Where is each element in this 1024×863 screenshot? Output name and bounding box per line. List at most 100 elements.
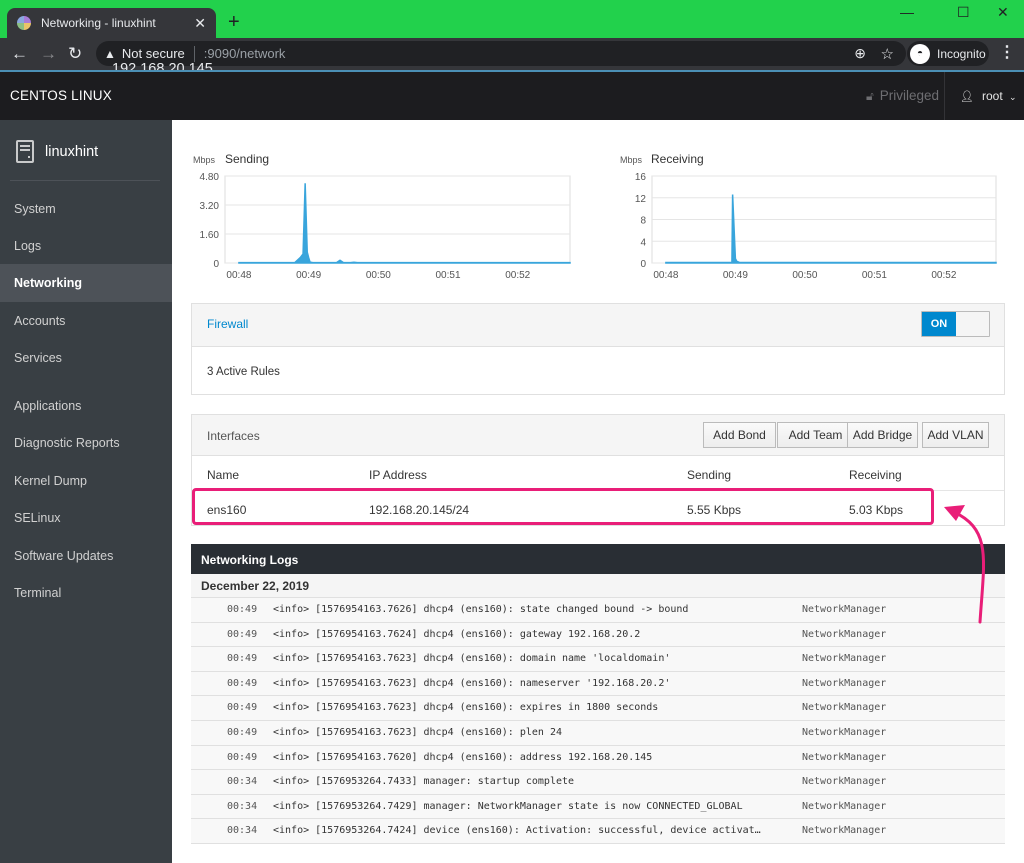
log-time: 00:49 — [227, 628, 258, 640]
bookmark-star-icon[interactable]: ☆ — [881, 45, 894, 63]
back-button[interactable]: ← — [11, 44, 28, 64]
maximize-button[interactable]: ☐ — [957, 4, 970, 21]
tab-title: Networking - linuxhint — [41, 16, 156, 30]
interfaces-panel-header: Interfaces Add Bond Add Team Add Bridge … — [192, 415, 1004, 456]
y-tick-label: 0 — [640, 259, 646, 270]
column-header-receiving: Receiving — [849, 468, 902, 482]
sidebar-item-system[interactable]: System — [0, 190, 172, 228]
log-source: NetworkManager — [802, 702, 887, 714]
firewall-link[interactable]: Firewall — [207, 317, 248, 331]
sidebar-item-logs[interactable]: Logs — [0, 227, 172, 265]
log-time: 00:34 — [227, 800, 258, 812]
address-bar[interactable]: ▲ Not secure 192.168.20.145 :9090/networ… — [96, 41, 906, 77]
add-vlan-button[interactable]: Add VLAN — [922, 422, 989, 448]
url-path: :9090/network — [203, 46, 286, 61]
incognito-icon: ◓ — [910, 43, 930, 64]
log-time: 00:34 — [227, 825, 258, 837]
log-time: 00:49 — [227, 677, 258, 689]
warning-icon: ▲ — [104, 46, 116, 61]
log-message: <info> [1576954163.7620] dhcp4 (ens160):… — [273, 751, 653, 763]
zoom-icon[interactable]: ⊕ — [854, 45, 866, 62]
add-bond-button[interactable]: Add Bond — [703, 422, 776, 448]
firewall-panel: Firewall ON 3 Active Rules — [191, 303, 1005, 395]
log-message: <info> [1576954163.7624] dhcp4 (ens160):… — [273, 628, 641, 640]
log-entry[interactable]: 00:49 <info> [1576954163.7620] dhcp4 (ens… — [191, 745, 1005, 771]
sidebar-item-software-updates[interactable]: Software Updates — [0, 537, 172, 575]
sidebar-item-kernel-dump[interactable]: Kernel Dump — [0, 462, 172, 500]
sidebar-item-accounts[interactable]: Accounts — [0, 302, 172, 340]
log-entry[interactable]: 00:49 <info> [1576954163.7623] dhcp4 (ens… — [191, 720, 1005, 746]
log-time: 00:49 — [227, 751, 258, 763]
reload-button[interactable]: ↻ — [68, 44, 82, 64]
minimize-button[interactable]: — — [900, 4, 914, 20]
firewall-toggle-on: ON — [922, 312, 956, 336]
sidebar: linuxhint System Logs Networking Accounts Se… — [0, 120, 172, 863]
url-separator — [193, 45, 195, 62]
log-entry[interactable]: 00:49 <info> [1576954163.7626] dhcp4 (ens… — [191, 598, 1005, 623]
log-source: NetworkManager — [802, 825, 887, 837]
logs-title: Networking Logs — [191, 544, 1005, 574]
user-menu[interactable]: 👤︎ root ⌄ — [960, 89, 1017, 103]
x-tick-label: 00:50 — [792, 270, 817, 281]
x-tick-label: 00:49 — [723, 270, 748, 281]
sidebar-item-selinux[interactable]: SELinux — [0, 499, 172, 537]
log-time: 00:49 — [227, 604, 258, 615]
incognito-button[interactable]: ◓ Incognito — [907, 41, 989, 66]
x-tick-label: 00:48 — [653, 270, 678, 281]
host-name: linuxhint — [45, 143, 99, 160]
sidebar-item-terminal[interactable]: Terminal — [0, 574, 172, 612]
y-tick-label: 8 — [640, 216, 646, 227]
log-message: <info> [1576954163.7623] dhcp4 (ens160):… — [273, 702, 659, 714]
sidebar-item-services[interactable]: Services — [0, 339, 172, 377]
y-tick-label: 12 — [635, 194, 647, 205]
log-entry[interactable]: 00:34 <info> [1576953264.7429] manager: N… — [191, 794, 1005, 820]
log-entry[interactable]: 00:34 <info> [1576953264.7424] device (en… — [191, 819, 1005, 844]
annotation-highlight-box — [192, 488, 934, 525]
browser-menu-icon[interactable]: ⋮ — [999, 44, 1015, 62]
log-source: NetworkManager — [802, 604, 887, 615]
main-content: Mbps Sending 0 1.60 3.20 4.80 00:48 00:49 00:5… — [172, 120, 1024, 863]
browser-titlebar: Networking - linuxhint ✕ + — ☐ ✕ — [0, 0, 1024, 38]
log-source: NetworkManager — [802, 628, 887, 640]
log-source: NetworkManager — [802, 776, 887, 788]
networking-logs-panel: Networking Logs December 22, 2019 00:49 <… — [191, 544, 1005, 844]
browser-tab[interactable]: Networking - linuxhint ✕ — [7, 8, 216, 38]
log-source: NetworkManager — [802, 726, 887, 738]
log-message: <info> [1576954163.7623] dhcp4 (ens160):… — [273, 653, 671, 665]
log-time: 00:49 — [227, 653, 258, 665]
host-switcher[interactable]: linuxhint — [16, 140, 98, 163]
sidebar-item-applications[interactable]: Applications — [0, 387, 172, 425]
add-bridge-button[interactable]: Add Bridge — [847, 422, 918, 448]
x-tick-label: 00:51 — [862, 270, 887, 281]
log-entry[interactable]: 00:49 <info> [1576954163.7623] dhcp4 (ens… — [191, 696, 1005, 721]
forward-button[interactable]: → — [40, 44, 57, 64]
column-header-sending: Sending — [687, 468, 732, 482]
security-status[interactable]: Not secure — [122, 46, 185, 61]
brand-title: CENTOS LINUX — [10, 88, 112, 103]
server-icon — [16, 140, 34, 163]
column-header-name: Name — [207, 468, 240, 482]
log-message: <info> [1576954163.7623] dhcp4 (ens160):… — [273, 677, 671, 689]
privileged-button[interactable]: 🔓︎ Privileged — [866, 88, 939, 104]
tab-close-icon[interactable]: ✕ — [194, 15, 206, 32]
firewall-toggle[interactable]: ON — [921, 311, 990, 337]
log-time: 00:49 — [227, 702, 258, 714]
logs-date: December 22, 2019 — [191, 574, 1005, 598]
new-tab-button[interactable]: + — [228, 12, 240, 32]
log-message: <info> [1576953264.7433] manager: startu… — [273, 776, 575, 788]
add-team-button[interactable]: Add Team — [777, 422, 854, 448]
active-rules-link[interactable]: 3 Active Rules — [207, 366, 280, 378]
chevron-down-icon: ⌄ — [1009, 92, 1017, 102]
log-source: NetworkManager — [802, 677, 887, 689]
window-close-button[interactable]: ✕ — [997, 4, 1009, 21]
log-source: NetworkManager — [802, 751, 887, 763]
log-entry[interactable]: 00:49 <info> [1576954163.7623] dhcp4 (ens… — [191, 647, 1005, 672]
log-entry[interactable]: 00:49 <info> [1576954163.7624] dhcp4 (ens… — [191, 622, 1005, 648]
unlock-icon: 🔓︎ — [866, 89, 874, 103]
receiving-chart-svg: 0 4 8 12 16 00:48 00:49 00:50 00:51 00:52 — [635, 172, 997, 281]
sidebar-item-diagnostic-reports[interactable]: Diagnostic Reports — [0, 424, 172, 462]
sidebar-divider — [10, 180, 160, 181]
log-entry[interactable]: 00:34 <info> [1576953264.7433] manager: s… — [191, 770, 1005, 795]
log-entry[interactable]: 00:49 <info> [1576954163.7623] dhcp4 (ens… — [191, 671, 1005, 697]
sidebar-item-networking[interactable]: Networking — [0, 264, 172, 302]
